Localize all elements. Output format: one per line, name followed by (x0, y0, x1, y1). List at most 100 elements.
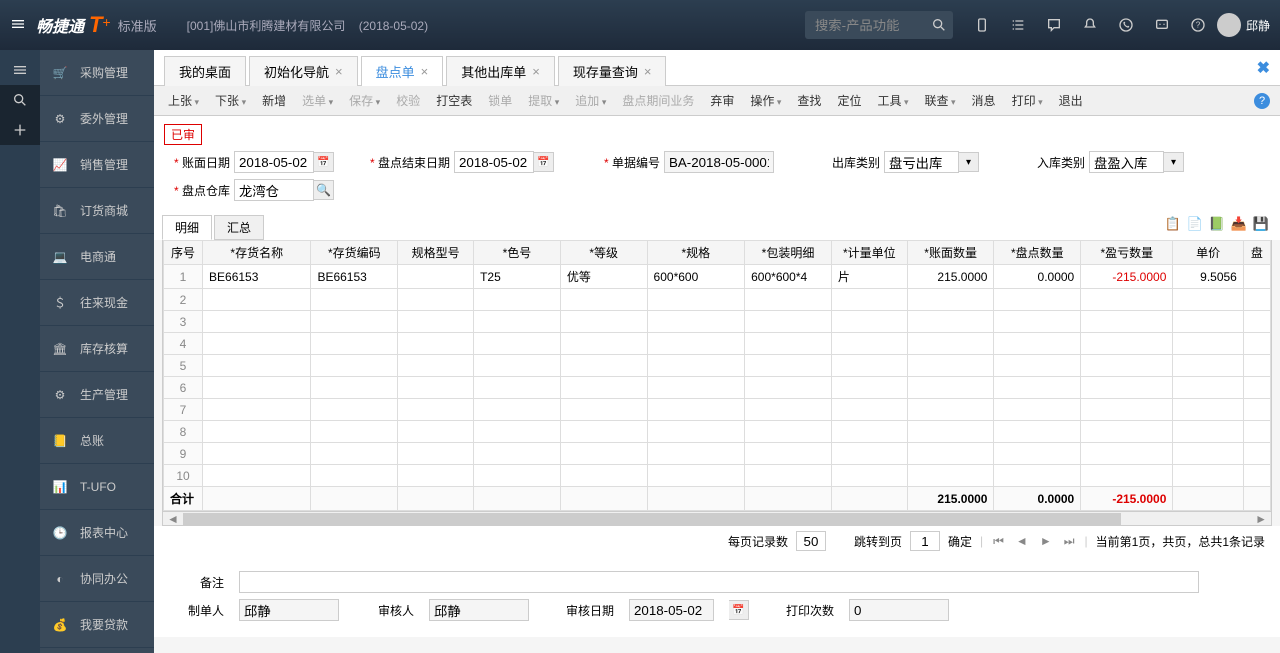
sidebar-item-inventory[interactable]: 🏛库存核算 (40, 326, 154, 372)
menu-toggle-icon[interactable] (10, 16, 36, 35)
jump-confirm-button[interactable]: 确定 (948, 533, 972, 550)
tab-inventory-count[interactable]: 盘点单× (361, 56, 444, 86)
cell-inv-name[interactable]: BE66153 (203, 265, 311, 289)
tab-init[interactable]: 初始化导航× (249, 56, 358, 86)
empty-table-button[interactable]: 打空表 (432, 90, 476, 111)
cell-spec[interactable] (398, 265, 474, 289)
cell-unit[interactable]: 片 (831, 265, 907, 289)
save-grid-icon[interactable]: 💾 (1252, 215, 1270, 233)
append-button[interactable]: 追加 (571, 90, 610, 111)
tab-other-out[interactable]: 其他出库单× (446, 56, 555, 86)
chevron-down-icon[interactable]: ▾ (1164, 152, 1184, 172)
cell-book-qty[interactable]: 215.0000 (907, 265, 994, 289)
out-type-field[interactable] (884, 151, 959, 173)
cell-inv-code[interactable]: BE66153 (311, 265, 398, 289)
col-book-qty[interactable]: *账面数量 (907, 241, 994, 265)
col-seq[interactable]: 序号 (164, 241, 203, 265)
doc-no-field[interactable] (664, 151, 774, 173)
close-icon[interactable]: × (421, 64, 429, 79)
feedback-icon[interactable] (1153, 16, 1171, 34)
print-button[interactable]: 打印 (1008, 90, 1047, 111)
query-button[interactable]: 查找 (793, 90, 825, 111)
table-row[interactable]: 7 (164, 399, 1271, 421)
col-spec[interactable]: 规格型号 (398, 241, 474, 265)
col-size[interactable]: *规格 (647, 241, 745, 265)
sidebar-item-ecommerce[interactable]: 💻电商通 (40, 234, 154, 280)
nav-menu-icon[interactable] (0, 55, 40, 85)
col-inv-name[interactable]: *存货名称 (203, 241, 311, 265)
tab-stock-query[interactable]: 现存量查询× (558, 56, 667, 86)
jump-page-input[interactable] (910, 531, 940, 551)
sidebar-item-ledger[interactable]: 📒总账 (40, 418, 154, 464)
verify-button[interactable]: 校验 (392, 90, 424, 111)
cell-grade[interactable]: 优等 (560, 265, 647, 289)
paste-icon[interactable]: 📄 (1186, 215, 1204, 233)
first-page-icon[interactable]: ⏮ (991, 534, 1006, 549)
lock-button[interactable]: 锁单 (484, 90, 516, 111)
user-avatar[interactable]: 邱静 (1217, 13, 1270, 37)
col-last[interactable]: 盘 (1243, 241, 1270, 265)
col-pack[interactable]: *包装明细 (745, 241, 832, 265)
sidebar-item-outsource[interactable]: ⚙委外管理 (40, 96, 154, 142)
close-icon[interactable]: × (335, 64, 343, 79)
link-query-button[interactable]: 联查 (921, 90, 960, 111)
tool-button[interactable]: 工具 (873, 90, 912, 111)
message-button[interactable]: 消息 (968, 90, 1000, 111)
search-box[interactable] (805, 11, 953, 39)
table-row[interactable]: 1 BE66153 BE66153 T25 优等 600*600 600*600… (164, 265, 1271, 289)
table-row[interactable]: 4 (164, 333, 1271, 355)
col-color[interactable]: *色号 (474, 241, 561, 265)
copy-icon[interactable]: 📋 (1164, 215, 1182, 233)
add-button[interactable]: 新增 (258, 90, 290, 111)
sidebar-item-tufo[interactable]: 📊T-UFO (40, 464, 154, 510)
cell-last[interactable] (1243, 265, 1270, 289)
sidebar-item-collab[interactable]: ◐协同办公 (40, 556, 154, 602)
select-button[interactable]: 选单 (298, 90, 337, 111)
sidebar-item-cash[interactable]: ＄往来现金 (40, 280, 154, 326)
close-all-tabs-icon[interactable]: ✖ (1257, 58, 1270, 78)
col-grade[interactable]: *等级 (560, 241, 647, 265)
cell-price[interactable]: 9.5056 (1173, 265, 1243, 289)
sidebar-item-sales[interactable]: 📈销售管理 (40, 142, 154, 188)
nav-add-icon[interactable] (0, 115, 40, 145)
horizontal-scrollbar[interactable]: ◄ ► (163, 511, 1271, 525)
period-button[interactable]: 盘点期间业务 (618, 90, 698, 111)
import-icon[interactable]: 📥 (1230, 215, 1248, 233)
detail-tab-summary[interactable]: 汇总 (214, 215, 264, 240)
cell-diff-qty[interactable]: -215.0000 (1081, 265, 1173, 289)
exit-button[interactable]: 退出 (1055, 90, 1087, 111)
save-button[interactable]: 保存 (345, 90, 384, 111)
detail-tab-detail[interactable]: 明细 (162, 215, 212, 240)
warehouse-field[interactable] (234, 179, 314, 201)
search-icon[interactable] (930, 16, 948, 34)
table-row[interactable]: 5 (164, 355, 1271, 377)
lookup-icon[interactable]: 🔍 (314, 180, 334, 200)
operate-button[interactable]: 操作 (746, 90, 785, 111)
last-page-icon[interactable]: ⏭ (1062, 534, 1077, 549)
tab-desktop[interactable]: 我的桌面 (164, 56, 246, 86)
calendar-icon[interactable]: 📅 (314, 152, 334, 172)
next-doc-button[interactable]: 下张 (211, 90, 250, 111)
prev-page-icon[interactable]: ◄ (1014, 534, 1030, 548)
col-unit[interactable]: *计量单位 (831, 241, 907, 265)
table-row[interactable]: 8 (164, 421, 1271, 443)
cell-size[interactable]: 600*600 (647, 265, 745, 289)
sidebar-item-reports[interactable]: 🕒报表中心 (40, 510, 154, 556)
search-input[interactable] (810, 18, 930, 33)
cell-count-qty[interactable]: 0.0000 (994, 265, 1081, 289)
table-row[interactable]: 2 (164, 289, 1271, 311)
phone-icon[interactable] (1117, 16, 1135, 34)
table-row[interactable]: 6 (164, 377, 1271, 399)
remark-field[interactable] (239, 571, 1199, 593)
chevron-down-icon[interactable]: ▾ (959, 152, 979, 172)
close-icon[interactable]: × (532, 64, 540, 79)
list-icon[interactable] (1009, 16, 1027, 34)
mobile-icon[interactable] (973, 16, 991, 34)
calendar-icon[interactable]: 📅 (534, 152, 554, 172)
nav-search-icon[interactable] (0, 85, 40, 115)
col-count-qty[interactable]: *盘点数量 (994, 241, 1081, 265)
abandon-audit-button[interactable]: 弃审 (706, 90, 738, 111)
col-price[interactable]: 单价 (1173, 241, 1243, 265)
help-icon[interactable]: ? (1189, 16, 1207, 34)
calendar-icon[interactable]: 📅 (729, 600, 749, 620)
